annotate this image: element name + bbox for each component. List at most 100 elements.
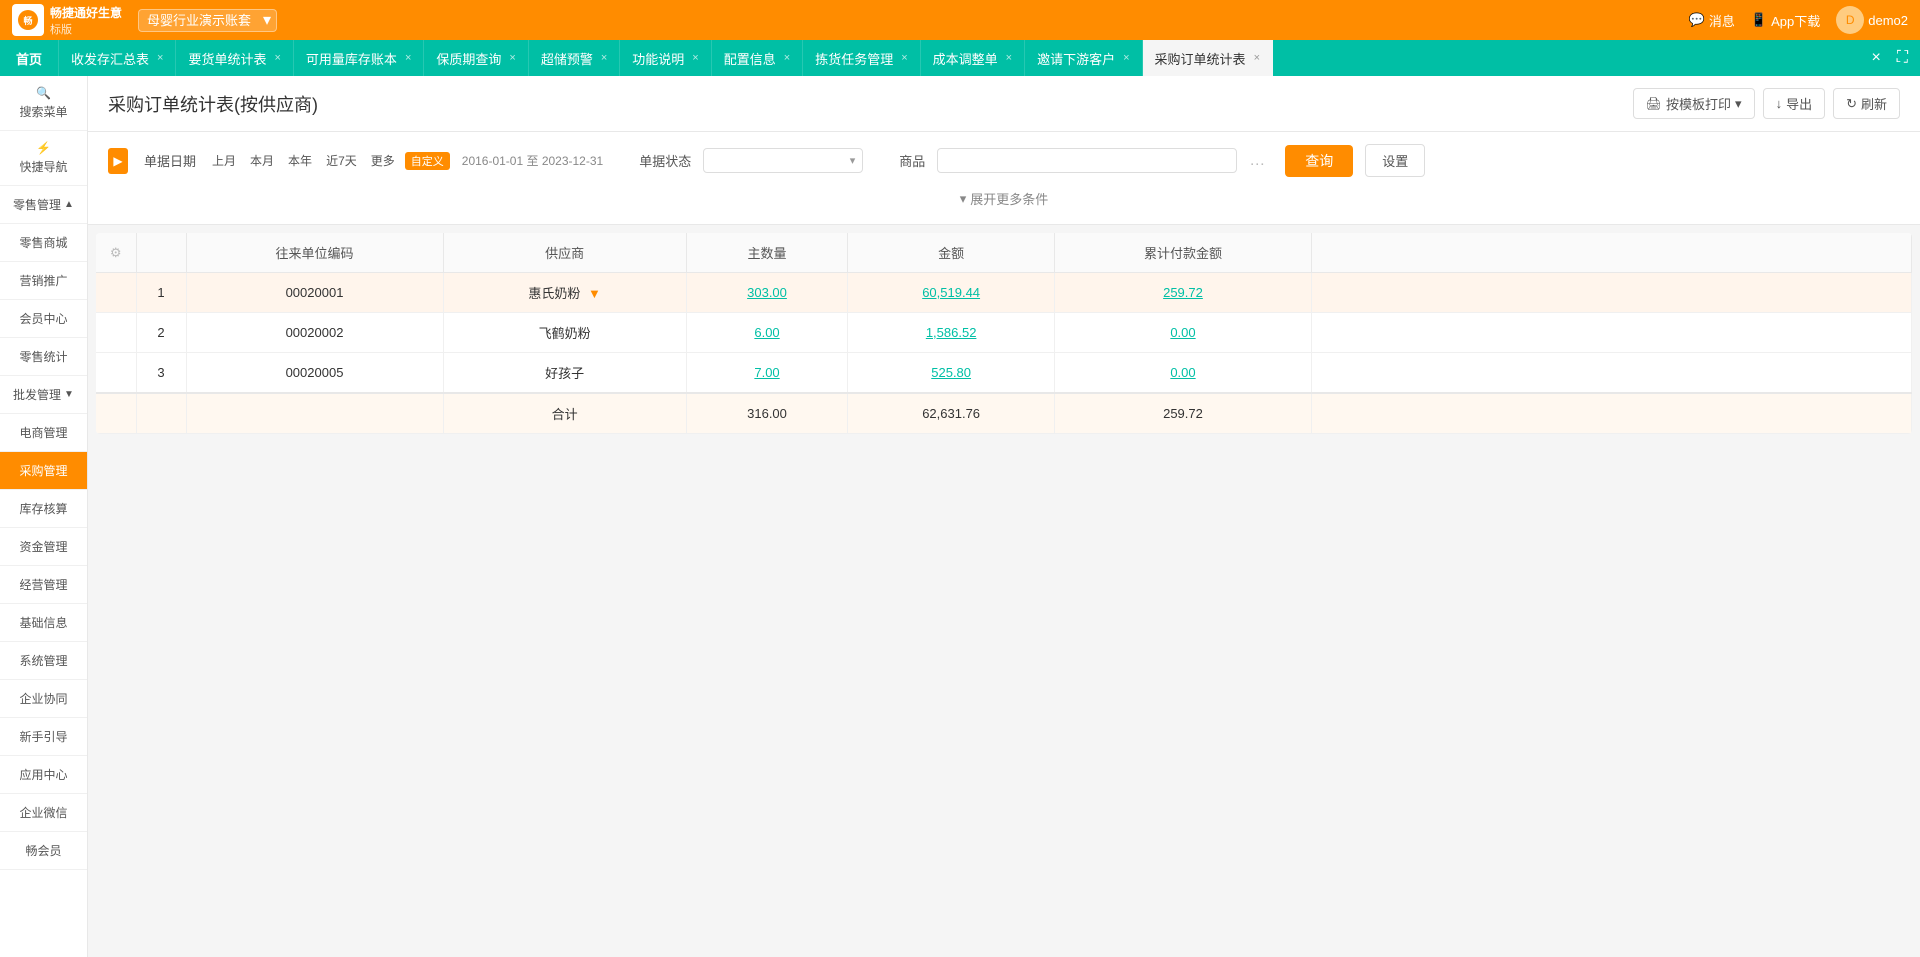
filter-toggle-btn[interactable]: ▶ [108,148,128,174]
footer-paid-amount: 259.72 [1054,393,1311,434]
close-icon[interactable]: × [509,52,515,64]
close-icon[interactable]: × [1123,52,1129,64]
tab-pick-task[interactable]: 拣货任务管理 × [803,40,920,76]
expand-arrow-icon[interactable]: ▼ [588,286,601,301]
top-bar: 畅 畅捷通好生意 标版 母婴行业演示账套 💬 消息 📱 App下载 D demo… [0,0,1920,40]
tab-purchase-stats[interactable]: 采购订单统计表 × [1143,40,1273,76]
sidebar-item-inventory[interactable]: 库存核算 [0,490,87,528]
table-footer-row: 合计 316.00 62,631.76 259.72 [96,393,1912,434]
sidebar-item-wechat[interactable]: 企业微信 [0,794,87,832]
date-label: 单据日期 [144,151,196,170]
data-table: ⚙ 往来单位编码 供应商 主数量 金额 累计付款金额 1 [96,233,1912,434]
expand-more-btn[interactable]: ▾ 展开更多条件 [108,185,1900,212]
refresh-icon: ↻ [1846,96,1857,112]
tab-invite-customer[interactable]: 邀请下游客户 × [1025,40,1142,76]
date-shortcut-this-month[interactable]: 本月 [246,150,278,171]
sidebar: 🔍 搜索菜单 ⚡ 快捷导航 零售管理 ▲ 零售商城 营销推广 会员中心 零售统计… [0,76,88,957]
col-header-settings[interactable]: ⚙ [96,233,136,273]
status-select[interactable] [703,148,863,173]
sidebar-item-retail-mall[interactable]: 零售商城 [0,224,87,262]
sidebar-item-new-guide[interactable]: 新手引导 [0,718,87,756]
search-icon: 🔍 [36,86,51,100]
close-icon[interactable]: × [601,52,607,64]
date-shortcut-7days[interactable]: 近7天 [322,150,361,171]
goods-input[interactable] [937,148,1237,173]
row-settings [96,273,136,313]
close-icon[interactable]: × [1006,52,1012,64]
sidebar-item-system[interactable]: 系统管理 [0,642,87,680]
col-header-paid-amount: 累计付款金额 [1054,233,1311,273]
settings-button[interactable]: 设置 [1365,144,1425,177]
message-btn[interactable]: 💬 消息 [1689,11,1735,30]
top-right-area: 💬 消息 📱 App下载 D demo2 [1689,6,1908,34]
sidebar-item-finance[interactable]: 资金管理 [0,528,87,566]
close-icon[interactable]: × [274,52,280,64]
sidebar-item-app-center[interactable]: 应用中心 [0,756,87,794]
date-shortcuts: 上月 本月 本年 近7天 更多 自定义 [208,150,450,171]
row-unit-code: 00020001 [186,273,443,313]
export-icon: ↓ [1776,96,1783,111]
sidebar-item-retail-stats[interactable]: 零售统计 [0,338,87,376]
sidebar-item-search[interactable]: 🔍 搜索菜单 [0,76,87,131]
sidebar-item-vip[interactable]: 畅会员 [0,832,87,870]
print-button[interactable]: 🖨 按模板打印 ▾ [1633,88,1755,119]
query-button[interactable]: 查询 [1285,145,1353,177]
row-amount: 60,519.44 [848,273,1055,313]
date-shortcut-this-year[interactable]: 本年 [284,150,316,171]
date-range: 2016-01-01 至 2023-12-31 [462,152,603,169]
nav-close-btn[interactable]: × [1867,49,1884,67]
sidebar-item-wholesale[interactable]: 批发管理 ▼ [0,376,87,414]
user-area[interactable]: D demo2 [1836,6,1908,34]
sidebar-item-quick-nav[interactable]: ⚡ 快捷导航 [0,131,87,186]
tab-function-desc[interactable]: 功能说明 × [620,40,711,76]
date-shortcut-last-month[interactable]: 上月 [208,150,240,171]
refresh-button[interactable]: ↻ 刷新 [1833,88,1900,119]
custom-badge[interactable]: 自定义 [405,152,450,170]
close-icon[interactable]: × [784,52,790,64]
row-index: 1 [136,273,186,313]
row-index: 3 [136,353,186,394]
sidebar-item-member[interactable]: 会员中心 [0,300,87,338]
tab-cost-adjust[interactable]: 成本调整单 × [921,40,1025,76]
workspace-selector-wrap[interactable]: 母婴行业演示账套 [130,9,277,32]
sidebar-item-ecommerce[interactable]: 电商管理 [0,414,87,452]
date-shortcut-more[interactable]: 更多 [367,150,399,171]
app-logo-icon: 畅 [12,4,44,36]
tab-config-info[interactable]: 配置信息 × [712,40,803,76]
tab-home[interactable]: 首页 [0,40,59,76]
close-icon[interactable]: × [405,52,411,64]
sidebar-item-operations[interactable]: 经营管理 [0,566,87,604]
more-dots-icon[interactable]: … [1249,152,1265,170]
close-icon[interactable]: × [901,52,907,64]
tab-inventory-book[interactable]: 可用量库存账本 × [294,40,424,76]
close-icon[interactable]: × [692,52,698,64]
page-header: 采购订单统计表(按供应商) 🖨 按模板打印 ▾ ↓ 导出 ↻ 刷新 [88,76,1920,132]
row-supplier: 惠氏奶粉 ▼ [443,273,686,313]
nav-fullscreen-btn[interactable]: ⛶ [1893,49,1912,67]
tab-receive-pay[interactable]: 收发存汇总表 × [59,40,176,76]
close-icon[interactable]: × [157,52,163,64]
table-row[interactable]: 2 00020002 飞鹤奶粉 6.00 1,586.52 0.00 [96,313,1912,353]
close-icon[interactable]: × [1254,52,1260,64]
col-header-amount: 金额 [848,233,1055,273]
nav-end-controls: × ⛶ [1859,40,1920,76]
col-header-unit-code: 往来单位编码 [186,233,443,273]
sidebar-item-retail-mgmt[interactable]: 零售管理 ▲ [0,186,87,224]
workspace-select[interactable]: 母婴行业演示账套 [138,9,277,32]
app-download-btn[interactable]: 📱 App下载 [1751,11,1820,30]
sidebar-item-enterprise-coop[interactable]: 企业协同 [0,680,87,718]
tab-expiry-query[interactable]: 保质期查询 × [424,40,528,76]
row-supplier: 飞鹤奶粉 [443,313,686,353]
status-select-wrap[interactable] [703,148,863,173]
tab-overstock-alert[interactable]: 超储预警 × [529,40,620,76]
logo-area: 畅 畅捷通好生意 标版 [12,4,122,37]
table-row[interactable]: 1 00020001 惠氏奶粉 ▼ 303.00 60,519.44 259.7… [96,273,1912,313]
sidebar-item-basics[interactable]: 基础信息 [0,604,87,642]
sidebar-item-marketing[interactable]: 营销推广 [0,262,87,300]
export-button[interactable]: ↓ 导出 [1763,88,1826,119]
header-actions: 🖨 按模板打印 ▾ ↓ 导出 ↻ 刷新 [1633,88,1901,119]
settings-gear-icon[interactable]: ⚙ [110,245,122,260]
table-row[interactable]: 3 00020005 好孩子 7.00 525.80 0.00 [96,353,1912,394]
tab-order-stats[interactable]: 要货单统计表 × [176,40,293,76]
sidebar-item-purchase[interactable]: 采购管理 [0,452,87,490]
